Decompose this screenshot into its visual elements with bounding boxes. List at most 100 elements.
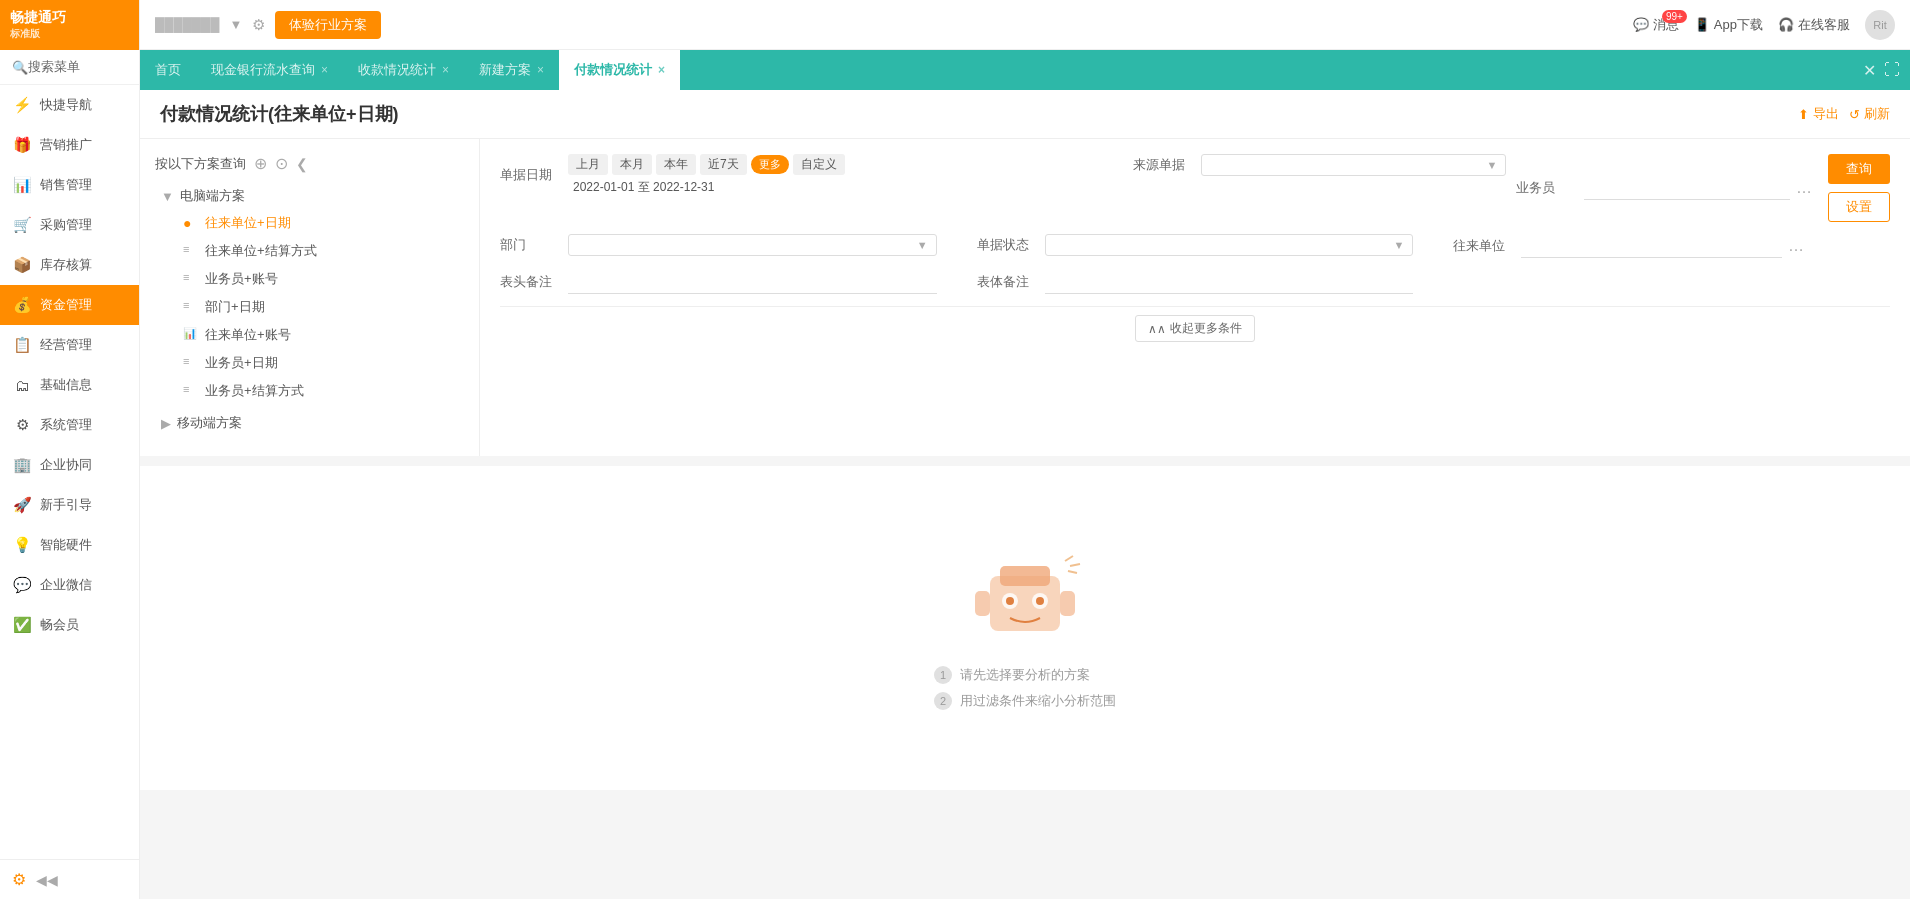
settings-button[interactable]: 设置: [1828, 192, 1890, 222]
source-field: 来源单据 ▼: [1133, 154, 1507, 176]
page-title: 付款情况统计(往来单位+日期): [160, 102, 1798, 126]
message-button[interactable]: 💬 消息 99+: [1633, 16, 1679, 34]
tab-cashflow-close[interactable]: ×: [321, 63, 328, 77]
tab-payment-stat[interactable]: 付款情况统计 ×: [559, 50, 680, 90]
tab-receipt-close[interactable]: ×: [442, 63, 449, 77]
partner-label: 往来单位: [1453, 237, 1513, 255]
dept-arrow-icon: ▼: [917, 239, 928, 251]
headernote-input[interactable]: [568, 270, 937, 294]
bodynote-label: 表体备注: [977, 273, 1037, 291]
sidebar-item-marketing[interactable]: 🎁 营销推广: [0, 125, 139, 165]
sidebar-item-hardware[interactable]: 💡 智能硬件: [0, 525, 139, 565]
headernote-field: 表头备注: [500, 270, 937, 294]
tabbar-actions: ✕ ⛶: [1853, 50, 1910, 90]
add-scheme-icon[interactable]: ⊕: [254, 154, 267, 173]
collapse-sidebar-icon[interactable]: ◀◀: [36, 872, 58, 888]
scheme-item-salesperson-account[interactable]: ≡ 业务员+账号: [155, 265, 464, 293]
phone-icon: 📱: [1694, 17, 1710, 32]
table-icon-3: ≡: [183, 299, 199, 315]
sidebar-item-guide[interactable]: 🚀 新手引导: [0, 485, 139, 525]
docstatus-select[interactable]: ▼: [1045, 234, 1414, 256]
scheme-item-partner-date[interactable]: ● 往来单位+日期: [155, 209, 464, 237]
service-button[interactable]: 🎧 在线客服: [1778, 16, 1850, 34]
enterprise-icon: 🏢: [12, 455, 32, 475]
company-name: ███████: [155, 17, 219, 32]
tab-new-plan[interactable]: 新建方案 ×: [464, 50, 559, 90]
sidebar-item-purchase[interactable]: 🛒 采购管理: [0, 205, 139, 245]
scheme-panel: 按以下方案查询 ⊕ ⊙ ❮ ▼ 电脑端方案 ● 往来单位+日期: [140, 139, 480, 456]
scheme-settings-icon[interactable]: ⊙: [275, 154, 288, 173]
mobile-group: ▶ 移动端方案: [155, 410, 464, 436]
version-text: 标准版: [10, 27, 66, 41]
sidebar-item-basic[interactable]: 🗂 基础信息: [0, 365, 139, 405]
sidebar-item-vip[interactable]: ✅ 畅会员: [0, 605, 139, 645]
sidebar-item-operation[interactable]: 📋 经营管理: [0, 325, 139, 365]
empty-hint-1: 1 请先选择要分析的方案: [934, 666, 1116, 684]
scheme-item-salesperson-date[interactable]: ≡ 业务员+日期: [155, 349, 464, 377]
close-all-icon[interactable]: ✕: [1863, 61, 1876, 80]
trial-button[interactable]: 体验行业方案: [275, 11, 381, 39]
scheme-item-partner-settle[interactable]: ≡ 往来单位+结算方式: [155, 237, 464, 265]
sidebar-item-system[interactable]: ⚙ 系统管理: [0, 405, 139, 445]
app-label: App下载: [1714, 16, 1763, 34]
partner-input[interactable]: [1521, 234, 1782, 258]
hint-num-2: 2: [934, 692, 952, 710]
sidebar-item-wechat[interactable]: 💬 企业微信: [0, 565, 139, 605]
salesperson-more-icon[interactable]: …: [1790, 177, 1818, 199]
salesperson-field: 业务员 … 查询 设置: [1516, 154, 1890, 222]
query-button[interactable]: 查询: [1828, 154, 1890, 184]
pill-7days[interactable]: 近7天: [700, 154, 747, 175]
sidebar-item-search[interactable]: 🔍 搜索菜单: [0, 50, 139, 85]
empty-state: 1 请先选择要分析的方案 2 用过滤条件来缩小分析范围: [140, 466, 1910, 790]
pill-last-month[interactable]: 上月: [568, 154, 608, 175]
pill-this-year[interactable]: 本年: [656, 154, 696, 175]
system-icon: ⚙: [12, 415, 32, 435]
tab-receipt-stat[interactable]: 收款情况统计 ×: [343, 50, 464, 90]
tab-payment-close[interactable]: ×: [658, 63, 665, 77]
dept-select[interactable]: ▼: [568, 234, 937, 256]
active-scheme-icon: ●: [183, 215, 199, 231]
topbar: ███████ ▼ ⚙ 体验行业方案 💬 消息 99+ 📱 App下载 🎧 在线…: [140, 0, 1910, 50]
settings-icon[interactable]: ⚙: [12, 870, 26, 889]
salesperson-input[interactable]: [1584, 176, 1790, 200]
scheme-item-dept-date[interactable]: ≡ 部门+日期: [155, 293, 464, 321]
partner-more-icon[interactable]: …: [1782, 235, 1810, 257]
tab-home-label: 首页: [155, 61, 181, 79]
user-avatar[interactable]: Rit: [1865, 10, 1895, 40]
desktop-group-title[interactable]: ▼ 电脑端方案: [155, 183, 464, 209]
app-download-button[interactable]: 📱 App下载: [1694, 16, 1763, 34]
sidebar-item-enterprise[interactable]: 🏢 企业协同: [0, 445, 139, 485]
bodynote-input[interactable]: [1045, 270, 1414, 294]
collapse-conditions-button[interactable]: ∧∧ 收起更多条件: [1135, 315, 1255, 342]
sidebar-item-fund[interactable]: 💰 资金管理: [0, 285, 139, 325]
table-icon-5: ≡: [183, 383, 199, 399]
export-button[interactable]: ⬆ 导出: [1798, 105, 1839, 123]
tab-home[interactable]: 首页: [140, 50, 196, 90]
pill-this-month[interactable]: 本月: [612, 154, 652, 175]
pill-more[interactable]: 更多: [751, 155, 789, 174]
pill-custom[interactable]: 自定义: [793, 154, 845, 175]
fullscreen-icon[interactable]: ⛶: [1884, 61, 1900, 79]
sidebar-item-quicknav[interactable]: ⚡ 快捷导航: [0, 85, 139, 125]
collapse-tree-icon[interactable]: ❮: [296, 156, 308, 172]
docstatus-field: 单据状态 ▼: [977, 234, 1414, 256]
table-icon-4: ≡: [183, 355, 199, 371]
topbar-gear-icon[interactable]: ⚙: [252, 16, 265, 34]
svg-line-10: [1068, 571, 1077, 573]
tab-cashflow[interactable]: 现金银行流水查询 ×: [196, 50, 343, 90]
sidebar-item-inventory[interactable]: 📦 库存核算: [0, 245, 139, 285]
tab-newplan-close[interactable]: ×: [537, 63, 544, 77]
scheme-item-partner-account[interactable]: 📊 往来单位+账号: [155, 321, 464, 349]
scheme-item-salesperson-settle[interactable]: ≡ 业务员+结算方式: [155, 377, 464, 405]
topbar-left: ███████ ▼ ⚙ 体验行业方案: [155, 11, 1633, 39]
bodynote-field: 表体备注: [977, 270, 1414, 294]
source-select[interactable]: ▼: [1201, 154, 1507, 176]
refresh-button[interactable]: ↺ 刷新: [1849, 105, 1890, 123]
scheme-tree: ▼ 电脑端方案 ● 往来单位+日期 ≡ 往来单位+结算方式 ≡: [155, 183, 464, 436]
sidebar-item-sales[interactable]: 📊 销售管理: [0, 165, 139, 205]
logo-text: 畅捷通巧: [10, 9, 66, 27]
svg-line-8: [1065, 556, 1073, 561]
mobile-group-title[interactable]: ▶ 移动端方案: [155, 410, 464, 436]
company-dropdown-icon[interactable]: ▼: [229, 17, 242, 32]
scheme-header-label: 按以下方案查询: [155, 155, 246, 173]
